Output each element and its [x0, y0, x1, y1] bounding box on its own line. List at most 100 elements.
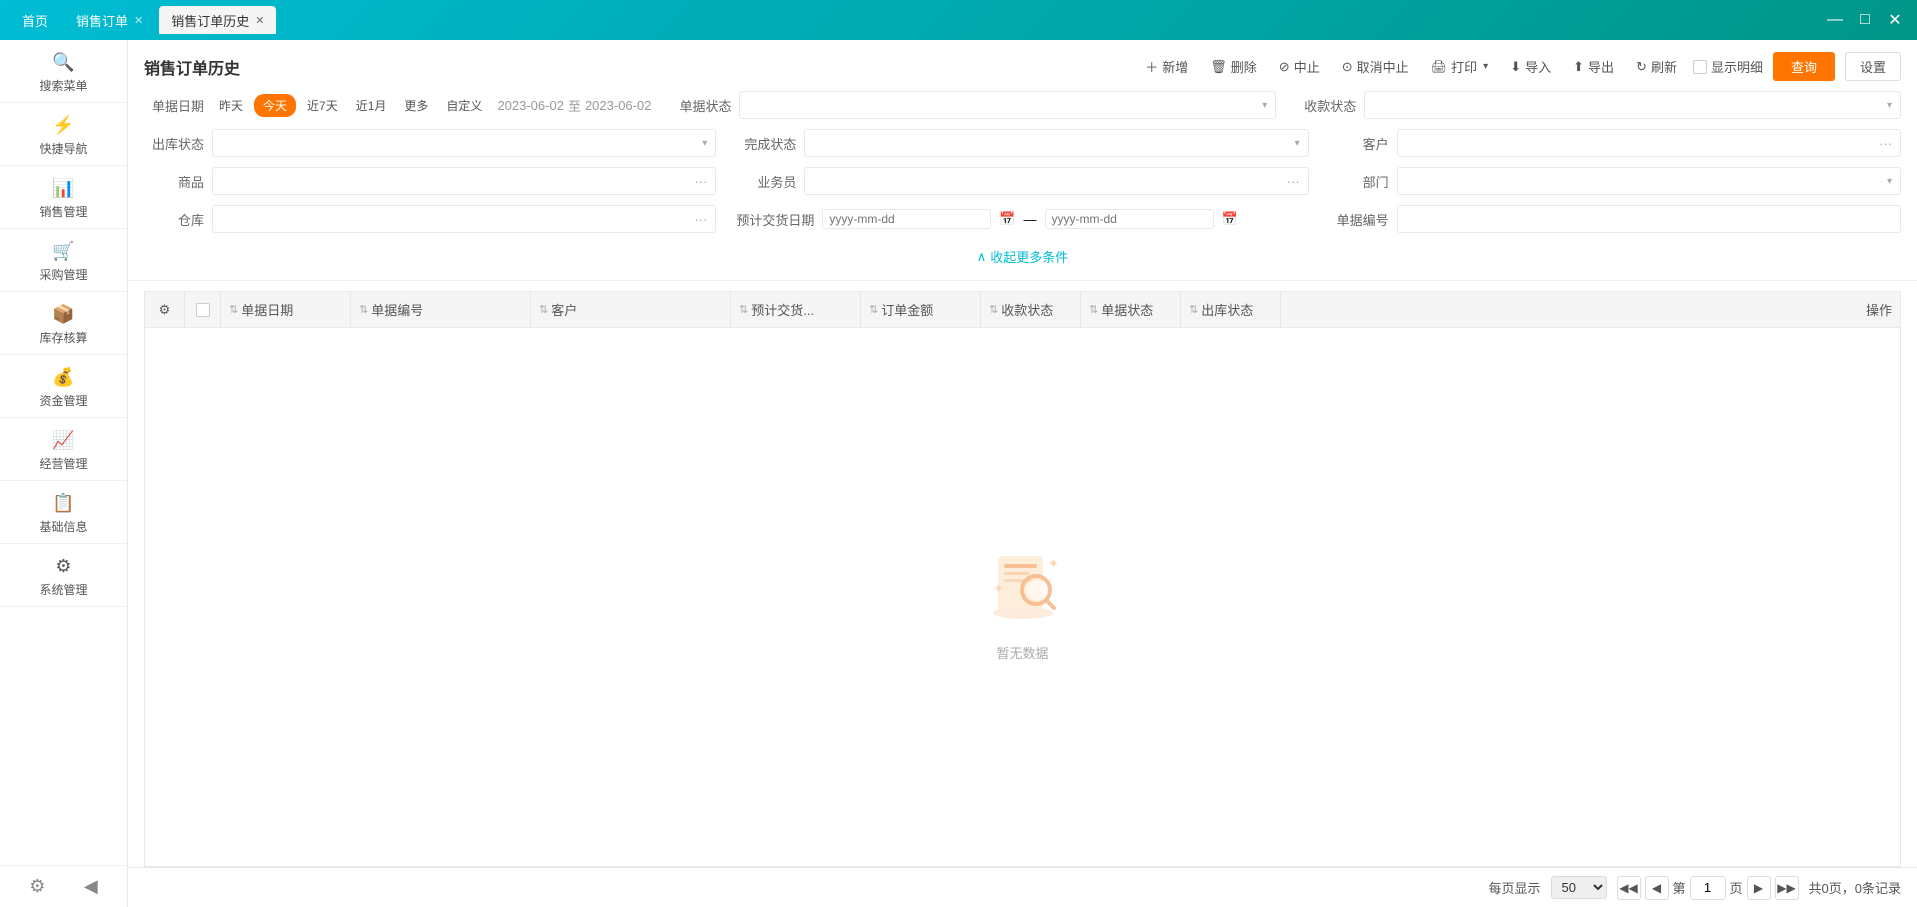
- sidebar-item-capital[interactable]: 💰 资金管理: [0, 355, 127, 418]
- bill-status-select[interactable]: ▾: [739, 91, 1276, 119]
- th-settings[interactable]: ⚙: [145, 292, 185, 327]
- filter-customer: 客户 ···: [1329, 129, 1901, 157]
- maximize-button[interactable]: □: [1853, 8, 1877, 32]
- new-icon: ＋: [1145, 57, 1158, 76]
- th-customer-label: 客户: [551, 300, 577, 319]
- th-payment-status[interactable]: 收款状态: [981, 292, 1081, 327]
- complete-status-select[interactable]: ▾: [804, 129, 1308, 157]
- sidebar-item-quick-nav[interactable]: ⚡ 快捷导航: [0, 103, 127, 166]
- last-page-button[interactable]: ▶▶: [1775, 876, 1799, 900]
- sidebar-item-base-info[interactable]: 📋 基础信息: [0, 481, 127, 544]
- th-gear-icon: ⚙: [159, 302, 171, 318]
- query-button[interactable]: 查询: [1773, 52, 1835, 81]
- main-layout: 🔍 搜索菜单 ⚡ 快捷导航 📊 销售管理 🛒 采购管理 📦 库存核算 💰 资金管…: [0, 40, 1917, 907]
- export-button[interactable]: ⬆ 导出: [1567, 53, 1620, 80]
- date-btn-yesterday[interactable]: 昨天: [212, 94, 250, 117]
- complete-status-arrow: ▾: [1295, 138, 1300, 149]
- th-checkbox[interactable]: [185, 292, 221, 327]
- warehouse-status-select[interactable]: ▾: [212, 129, 716, 157]
- date-btn-7days[interactable]: 近7天: [300, 94, 345, 117]
- department-select[interactable]: ▾: [1397, 167, 1901, 195]
- customer-input[interactable]: ···: [1397, 129, 1901, 157]
- delivery-date-start[interactable]: [822, 209, 991, 229]
- th-bill-date[interactable]: 单据日期: [221, 292, 351, 327]
- cancel-stop-button[interactable]: ⊙ 取消中止: [1336, 53, 1415, 80]
- bill-status-arrow: ▾: [1262, 100, 1267, 111]
- sidebar-settings-icon[interactable]: ⚙: [29, 876, 45, 897]
- refresh-button[interactable]: ↻ 刷新: [1630, 53, 1683, 80]
- payment-status-select[interactable]: ▾: [1364, 91, 1901, 119]
- per-page-select[interactable]: 50 10 20 100: [1551, 876, 1607, 899]
- refresh-icon: ↻: [1636, 59, 1647, 75]
- th-action-label: 操作: [1866, 300, 1892, 319]
- minimize-button[interactable]: —: [1823, 8, 1847, 32]
- date-btn-1month[interactable]: 近1月: [349, 94, 394, 117]
- new-button[interactable]: ＋ 新增: [1139, 53, 1194, 80]
- base-info-icon: 📋: [52, 493, 74, 514]
- cancel-stop-label: 取消中止: [1357, 57, 1409, 76]
- date-btn-custom[interactable]: 自定义: [439, 94, 489, 117]
- filter-row-1: 单据日期 昨天 今天 近7天 近1月 更多 自定义 2023-06-02 至 2…: [144, 91, 1901, 119]
- tab-sales-order-history[interactable]: 销售订单历史 ✕: [159, 6, 276, 34]
- date-btn-more[interactable]: 更多: [397, 94, 435, 117]
- collapse-button[interactable]: ∧ 收起更多条件: [144, 243, 1901, 270]
- sidebar-item-sales-mgmt[interactable]: 📊 销售管理: [0, 166, 127, 229]
- sidebar: 🔍 搜索菜单 ⚡ 快捷导航 📊 销售管理 🛒 采购管理 📦 库存核算 💰 资金管…: [0, 40, 128, 907]
- window-controls: — □ ✕: [1823, 8, 1907, 32]
- th-delivery-date[interactable]: 预计交货...: [731, 292, 861, 327]
- sidebar-item-search-menu-label: 搜索菜单: [39, 77, 87, 94]
- warehouse-input[interactable]: ···: [212, 205, 716, 233]
- date-range-buttons: 昨天 今天 近7天 近1月 更多 自定义: [212, 94, 489, 117]
- th-customer[interactable]: 客户: [531, 292, 731, 327]
- delete-button[interactable]: 🗑 删除: [1204, 53, 1263, 80]
- sidebar-item-search-menu[interactable]: 🔍 搜索菜单: [0, 40, 127, 103]
- stop-button[interactable]: ⊘ 中止: [1273, 53, 1326, 80]
- refresh-label: 刷新: [1651, 57, 1677, 76]
- display-toggle-checkbox[interactable]: [1693, 60, 1707, 74]
- tab-home[interactable]: 首页: [10, 6, 60, 34]
- sidebar-item-operations-label: 经营管理: [39, 455, 87, 472]
- warehouse-status-arrow: ▾: [702, 138, 707, 149]
- tab-sales-order-close[interactable]: ✕: [134, 14, 143, 27]
- filter-date: 单据日期 昨天 今天 近7天 近1月 更多 自定义 2023-06-02 至 2…: [144, 94, 651, 117]
- sidebar-item-inventory-label: 库存核算: [39, 329, 87, 346]
- capital-icon: 💰: [52, 367, 74, 388]
- stop-label: 中止: [1294, 57, 1320, 76]
- salesperson-input[interactable]: ···: [804, 167, 1308, 195]
- sidebar-bottom: ⚙ ◀: [0, 865, 127, 907]
- date-range-separator: 至: [568, 96, 581, 115]
- select-all-checkbox[interactable]: [196, 303, 210, 317]
- tab-sales-order[interactable]: 销售订单 ✕: [64, 6, 155, 34]
- first-page-button[interactable]: ◀◀: [1617, 876, 1641, 900]
- tab-sales-order-history-close[interactable]: ✕: [255, 14, 264, 27]
- page-input[interactable]: [1690, 876, 1726, 900]
- setting-button[interactable]: 设置: [1845, 52, 1901, 81]
- prev-page-button[interactable]: ◀: [1645, 876, 1669, 900]
- date-dash: —: [1024, 212, 1037, 227]
- th-bill-no[interactable]: 单据编号: [351, 292, 531, 327]
- print-button[interactable]: 🖨 打印: [1425, 53, 1495, 80]
- next-page-button[interactable]: ▶: [1747, 876, 1771, 900]
- close-button[interactable]: ✕: [1883, 8, 1907, 32]
- sidebar-item-system-mgmt[interactable]: ⚙ 系统管理: [0, 544, 127, 607]
- delivery-date-end[interactable]: [1045, 209, 1214, 229]
- product-label: 商品: [144, 172, 204, 191]
- th-warehouse-status[interactable]: 出库状态: [1181, 292, 1281, 327]
- display-toggle[interactable]: 显示明细: [1693, 57, 1763, 76]
- sidebar-collapse-icon[interactable]: ◀: [84, 876, 98, 897]
- import-button[interactable]: ⬇ 导入: [1504, 53, 1557, 80]
- warehouse-status-label: 出库状态: [144, 134, 204, 153]
- sidebar-item-operations[interactable]: 📈 经营管理: [0, 418, 127, 481]
- total-info: 共0页，0条记录: [1809, 878, 1901, 897]
- th-bill-status[interactable]: 单据状态: [1081, 292, 1181, 327]
- empty-state: ✦ ✦ 暂无数据: [144, 327, 1901, 867]
- sidebar-item-inventory[interactable]: 📦 库存核算: [0, 292, 127, 355]
- date-btn-today[interactable]: 今天: [254, 94, 296, 117]
- th-order-amount[interactable]: 订单金额: [861, 292, 981, 327]
- payment-status-label: 收款状态: [1296, 96, 1356, 115]
- product-input[interactable]: ···: [212, 167, 716, 195]
- bill-number-input[interactable]: [1397, 205, 1901, 233]
- date-input-pair: 2023-06-02 至 2023-06-02: [497, 96, 651, 115]
- inventory-icon: 📦: [52, 304, 74, 325]
- sidebar-item-purchase-mgmt[interactable]: 🛒 采购管理: [0, 229, 127, 292]
